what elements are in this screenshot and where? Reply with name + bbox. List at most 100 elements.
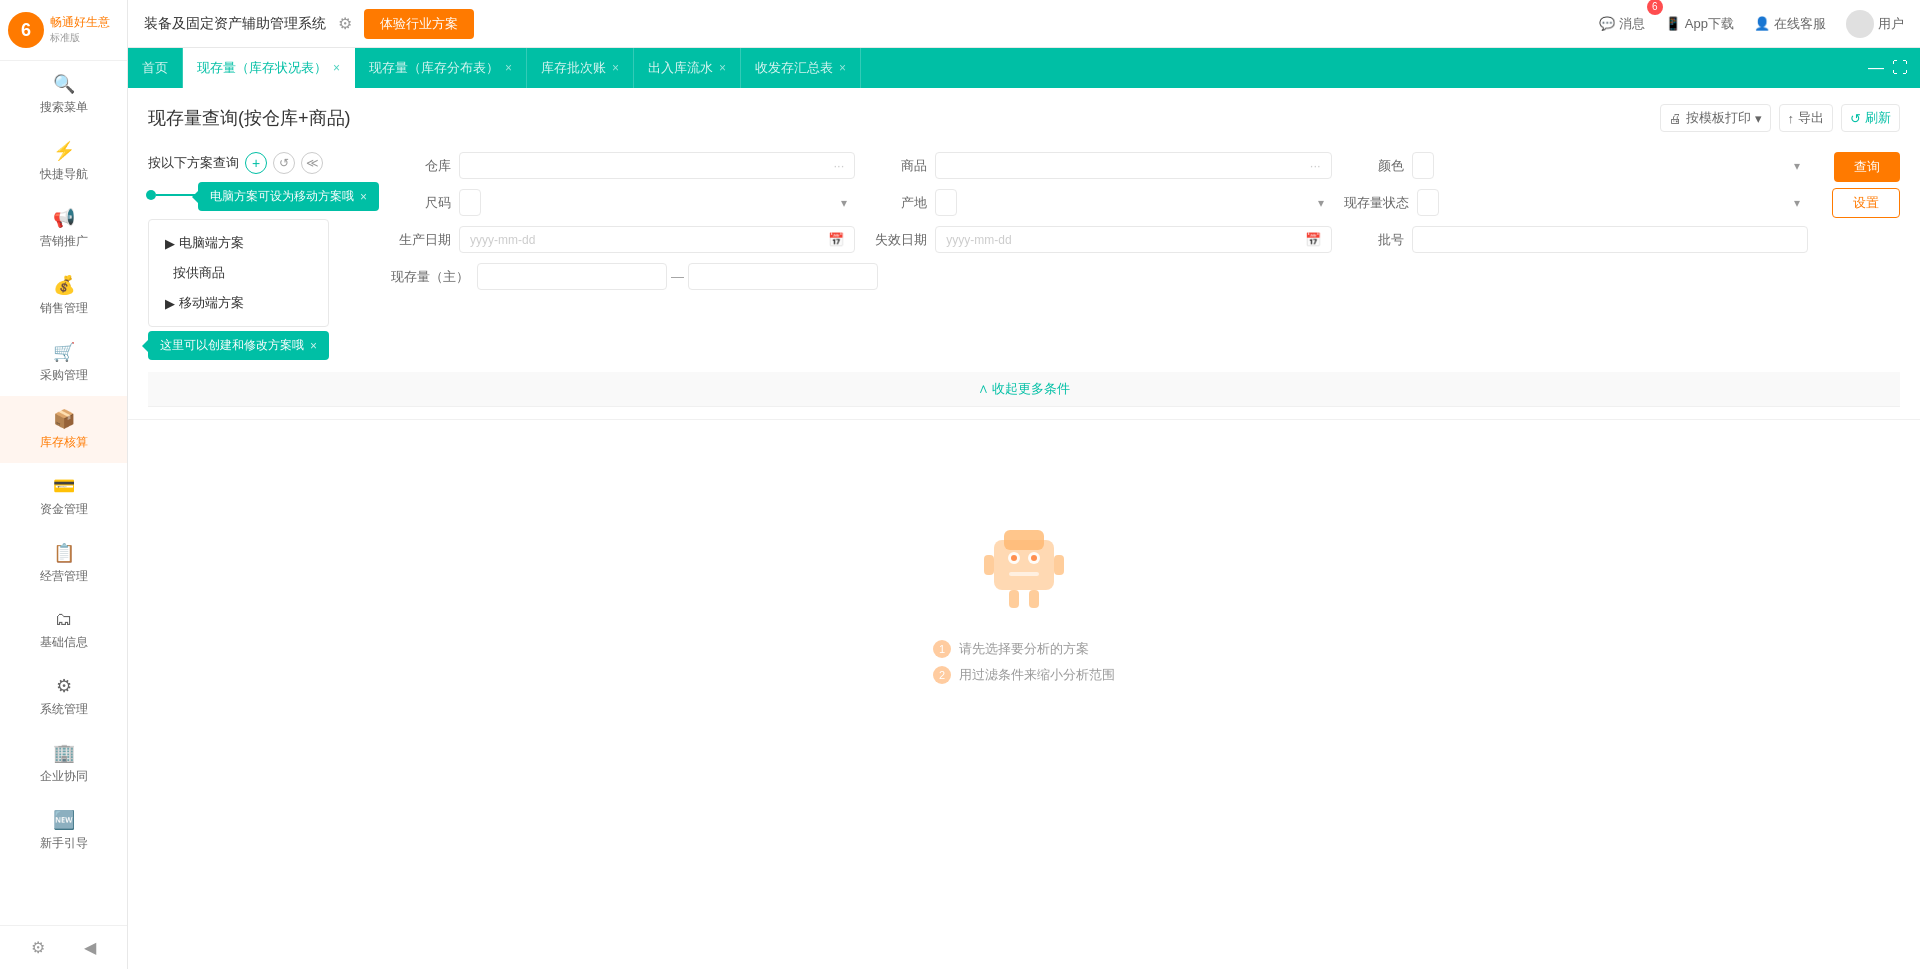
sidebar-item-purchase[interactable]: 🛒 采购管理 [0, 329, 127, 396]
system-icon: ⚙ [56, 675, 72, 697]
message-icon: 💬 [1599, 16, 1615, 31]
tab-inventory-status[interactable]: 现存量（库存状况表） × [183, 48, 355, 88]
size-select[interactable] [459, 189, 481, 216]
app-download-btn[interactable]: 📱 App下载 [1665, 15, 1734, 33]
calendar-icon[interactable]: 📅 [828, 232, 844, 247]
warehouse-dots-icon[interactable]: ··· [834, 158, 845, 173]
tab-fullscreen-icon[interactable]: ⛶ [1892, 59, 1908, 77]
calendar2-icon[interactable]: 📅 [1305, 232, 1321, 247]
tooltip-pc-scheme: 电脑方案可设为移动方案哦 × [198, 182, 379, 211]
tab-close-icon[interactable]: × [333, 61, 340, 75]
sidebar-item-guide[interactable]: 🆕 新手引导 [0, 797, 127, 864]
svg-point-4 [1011, 555, 1017, 561]
export-btn[interactable]: ↑ 导出 [1779, 104, 1834, 132]
collapse-bar[interactable]: ∧ 收起更多条件 [148, 372, 1900, 407]
sidebar-item-sales[interactable]: 💰 销售管理 [0, 262, 127, 329]
tab-minimize-icon[interactable]: — [1868, 59, 1884, 77]
tab-collect-summary[interactable]: 收发存汇总表 × [741, 48, 861, 88]
settings-bottom-icon[interactable]: ⚙ [31, 938, 45, 957]
operations-icon: 📋 [53, 542, 75, 564]
filter-refresh-btn[interactable]: ↺ [273, 152, 295, 174]
empty-icon [964, 500, 1084, 620]
sidebar-footer: ⚙ ◀ [0, 925, 127, 969]
tab-inout-flow[interactable]: 出入库流水 × [634, 48, 741, 88]
tab-inventory-dist[interactable]: 现存量（库存分布表） × [355, 48, 527, 88]
sidebar-item-label: 搜索菜单 [40, 99, 88, 116]
online-service-btn[interactable]: 👤 在线客服 [1754, 15, 1826, 33]
sidebar-item-search[interactable]: 🔍 搜索菜单 [0, 61, 127, 128]
settings-icon[interactable]: ⚙ [338, 14, 352, 33]
filter-add-btn[interactable]: + [245, 152, 267, 174]
sidebar-item-basic[interactable]: 🗂 基础信息 [0, 597, 127, 663]
tab-inventory-status-label: 现存量（库存状况表） [197, 59, 327, 77]
tab-home[interactable]: 首页 [128, 48, 183, 88]
tab-inout-flow-label: 出入库流水 [648, 59, 713, 77]
reset-btn[interactable]: 设置 [1832, 188, 1900, 218]
filter-warehouse: 仓库 ··· [391, 152, 855, 179]
sidebar-item-quick[interactable]: ⚡ 快捷导航 [0, 128, 127, 195]
tooltip1-text: 电脑方案可设为移动方案哦 [210, 188, 354, 205]
tab-close-icon[interactable]: × [719, 61, 726, 75]
chevron-up-icon: ∧ [978, 381, 989, 396]
size-label: 尺码 [391, 194, 451, 212]
filter-back-btn[interactable]: ≪ [301, 152, 323, 174]
stock-qty-max[interactable] [688, 263, 878, 290]
system-name: 装备及固定资产辅助管理系统 [144, 15, 326, 33]
message-btn[interactable]: 💬 消息 6 [1599, 15, 1645, 33]
stock-qty-min[interactable] [477, 263, 667, 290]
sidebar-item-operations[interactable]: 📋 经营管理 [0, 530, 127, 597]
guide-icon: 🆕 [53, 809, 75, 831]
step-2-text: 用过滤条件来缩小分析范围 [959, 666, 1115, 684]
svg-rect-10 [1029, 590, 1039, 608]
dash-icon: — [671, 269, 684, 284]
top-header: 装备及固定资产辅助管理系统 ⚙ 体验行业方案 💬 消息 6 📱 App下载 [128, 0, 1920, 48]
sidebar-item-label: 资金管理 [40, 501, 88, 518]
filter-scheme-area: 按以下方案查询 + ↺ ≪ 电脑方案可设为移动方案哦 × [148, 152, 379, 360]
origin-select[interactable] [935, 189, 957, 216]
prod-date-label: 生产日期 [391, 231, 451, 249]
tab-close-icon[interactable]: × [839, 61, 846, 75]
experience-btn[interactable]: 体验行业方案 [364, 9, 474, 39]
print-btn[interactable]: 🖨 按模板打印 ▾ [1660, 104, 1771, 132]
batch-label: 批号 [1344, 231, 1404, 249]
tab-close-icon[interactable]: × [505, 61, 512, 75]
user-label: 用户 [1878, 15, 1904, 33]
enterprise-icon: 🏢 [53, 742, 75, 764]
warehouse-label: 仓库 [391, 157, 451, 175]
filter-goods: 商品 ··· [867, 152, 1331, 179]
sidebar-item-finance[interactable]: 💳 资金管理 [0, 463, 127, 530]
sidebar-item-marketing[interactable]: 📢 营销推广 [0, 195, 127, 262]
svg-rect-7 [984, 555, 994, 575]
sidebar-item-label: 快捷导航 [40, 166, 88, 183]
sidebar-item-enterprise[interactable]: 🏢 企业协同 [0, 730, 127, 797]
refresh-btn[interactable]: ↺ 刷新 [1841, 104, 1900, 132]
tooltip2-text: 这里可以创建和修改方案哦 [160, 337, 304, 354]
scheme-item-by-product[interactable]: 按供商品 [149, 258, 328, 288]
refresh-icon: ↺ [1850, 111, 1861, 126]
tab-batch-account[interactable]: 库存批次账 × [527, 48, 634, 88]
sidebar-nav: 🔍 搜索菜单 ⚡ 快捷导航 📢 营销推广 💰 销售管理 🛒 采购管理 📦 [0, 61, 127, 925]
collapse-sidebar-icon[interactable]: ◀ [84, 938, 96, 957]
svg-rect-9 [1009, 590, 1019, 608]
sidebar-item-label: 采购管理 [40, 367, 88, 384]
filter-batch-no: 批号 [1344, 226, 1808, 253]
batch-input[interactable] [1412, 226, 1808, 253]
svg-rect-8 [1054, 555, 1064, 575]
origin-label: 产地 [867, 194, 927, 212]
search-btn[interactable]: 查询 [1834, 152, 1900, 182]
color-select[interactable] [1412, 152, 1434, 179]
filter-label: 按以下方案查询 [148, 154, 239, 172]
sidebar-item-inventory[interactable]: 📦 库存核算 [0, 396, 127, 463]
tab-bar: 首页 现存量（库存状况表） × 现存量（库存分布表） × 库存批次账 × 出入库… [128, 48, 1920, 88]
goods-dots-icon[interactable]: ··· [1310, 158, 1321, 173]
filter-production-date: 生产日期 yyyy-mm-dd 📅 [391, 226, 855, 253]
stock-status-select[interactable] [1417, 189, 1439, 216]
tab-close-icon[interactable]: × [612, 61, 619, 75]
app-name: 畅通好生意 [50, 15, 110, 31]
tooltip1-close[interactable]: × [360, 190, 367, 204]
user-btn[interactable]: 用户 [1846, 10, 1904, 38]
sidebar-item-system[interactable]: ⚙ 系统管理 [0, 663, 127, 730]
tooltip2-close[interactable]: × [310, 339, 317, 353]
marketing-icon: 📢 [53, 207, 75, 229]
basic-icon: 🗂 [55, 609, 73, 630]
